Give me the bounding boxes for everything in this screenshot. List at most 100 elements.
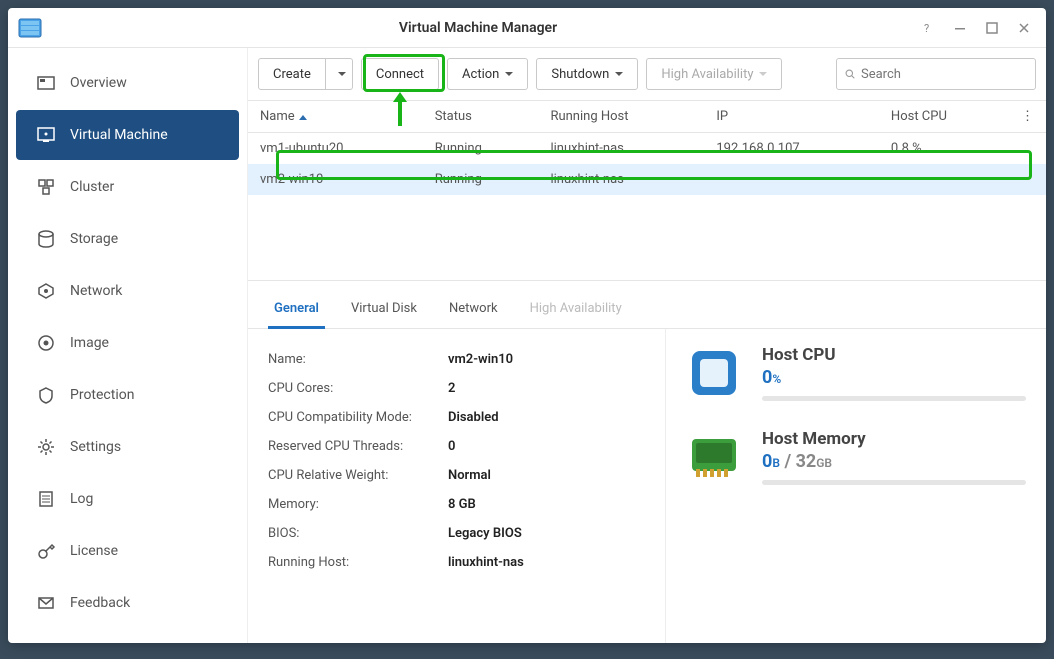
sidebar-item-log[interactable]: Log bbox=[16, 474, 239, 524]
stat-cpu-title: Host CPU bbox=[762, 345, 1026, 365]
sidebar-icon bbox=[36, 177, 56, 197]
sidebar-item-label: Feedback bbox=[70, 595, 130, 611]
detail-label: CPU Relative Weight: bbox=[268, 468, 448, 483]
cell-cpu: - bbox=[879, 164, 1009, 195]
sidebar-icon bbox=[36, 333, 56, 353]
stat-mem-title: Host Memory bbox=[762, 429, 1026, 449]
sidebar-item-label: Cluster bbox=[70, 179, 114, 195]
sidebar-item-license[interactable]: License bbox=[16, 526, 239, 576]
detail-row: CPU Relative Weight:Normal bbox=[268, 461, 645, 490]
search-input[interactable] bbox=[861, 67, 1027, 82]
detail-row: CPU Cores:2 bbox=[268, 374, 645, 403]
toolbar: Create Connect Action Shutdown High Avai… bbox=[248, 48, 1046, 100]
sidebar-icon bbox=[36, 489, 56, 509]
table-row[interactable]: vm2-win10Runninglinuxhint-nas-- bbox=[248, 164, 1046, 195]
detail-label: Reserved CPU Threads: bbox=[268, 439, 448, 454]
sidebar-item-image[interactable]: Image bbox=[16, 318, 239, 368]
stat-cpu-value: 0% bbox=[762, 367, 1026, 388]
titlebar: Virtual Machine Manager ? bbox=[8, 8, 1046, 48]
cell-host: linuxhint-nas bbox=[538, 133, 704, 165]
close-button[interactable] bbox=[1012, 18, 1036, 38]
sidebar-item-label: Settings bbox=[70, 439, 121, 455]
detail-label: CPU Compatibility Mode: bbox=[268, 410, 448, 425]
detail-value: linuxhint-nas bbox=[448, 555, 524, 570]
sidebar-item-feedback[interactable]: Feedback bbox=[16, 578, 239, 628]
sidebar-icon bbox=[36, 229, 56, 249]
detail-value: 0 bbox=[448, 439, 455, 454]
ha-button: High Availability bbox=[646, 58, 782, 90]
sidebar-icon bbox=[36, 385, 56, 405]
connect-button[interactable]: Connect bbox=[361, 58, 439, 90]
table-row[interactable]: vm1-ubuntu20Runninglinuxhint-nas192.168.… bbox=[248, 133, 1046, 165]
detail-value: Disabled bbox=[448, 410, 499, 425]
cpu-icon bbox=[686, 345, 742, 401]
col-menu[interactable]: ⋮ bbox=[1009, 101, 1046, 133]
sidebar-item-protection[interactable]: Protection bbox=[16, 370, 239, 420]
sidebar-icon bbox=[36, 281, 56, 301]
detail-row: Memory:8 GB bbox=[268, 490, 645, 519]
detail-value: 8 GB bbox=[448, 497, 476, 512]
sidebar-item-label: Storage bbox=[70, 231, 118, 247]
detail-value: vm2-win10 bbox=[448, 352, 513, 367]
col-ip[interactable]: IP bbox=[704, 101, 879, 133]
sidebar-icon bbox=[36, 125, 56, 145]
sidebar-icon bbox=[36, 593, 56, 613]
app-icon bbox=[18, 18, 42, 38]
sidebar-item-label: Overview bbox=[70, 75, 127, 91]
ha-label: High Availability bbox=[661, 67, 753, 82]
cell-ip: - bbox=[704, 164, 879, 195]
detail-value: 2 bbox=[448, 381, 455, 396]
window-title: Virtual Machine Manager bbox=[48, 20, 908, 36]
sidebar-item-label: Virtual Machine bbox=[70, 127, 168, 143]
col-name[interactable]: Name bbox=[248, 101, 423, 133]
detail-row: CPU Compatibility Mode:Disabled bbox=[268, 403, 645, 432]
detail-row: BIOS:Legacy BIOS bbox=[268, 519, 645, 548]
minimize-button[interactable] bbox=[948, 18, 972, 38]
detail-value: Normal bbox=[448, 468, 491, 483]
sidebar-item-label: Image bbox=[70, 335, 109, 351]
tab-virtual-disk[interactable]: Virtual Disk bbox=[345, 293, 423, 328]
cell-host: linuxhint-nas bbox=[538, 164, 704, 195]
detail-label: Name: bbox=[268, 352, 448, 367]
detail-row: Running Host:linuxhint-nas bbox=[268, 548, 645, 577]
chevron-down-icon bbox=[505, 72, 513, 76]
col-status[interactable]: Status bbox=[423, 101, 539, 133]
detail-value: Legacy BIOS bbox=[448, 526, 522, 541]
search-box[interactable] bbox=[836, 58, 1036, 90]
detail-properties: Name:vm2-win10CPU Cores:2CPU Compatibili… bbox=[248, 329, 666, 643]
vm-table: Name Status Running Host IP Host CPU ⋮ v… bbox=[248, 100, 1046, 195]
tab-general[interactable]: General bbox=[268, 293, 325, 329]
cell-ip: 192.168.0.107 bbox=[704, 133, 879, 165]
search-icon bbox=[845, 67, 855, 81]
sidebar-icon bbox=[36, 541, 56, 561]
create-dropdown[interactable] bbox=[326, 58, 353, 90]
detail-label: BIOS: bbox=[268, 526, 448, 541]
memory-icon bbox=[686, 429, 742, 485]
stat-mem-value: 0B / 32GB bbox=[762, 451, 1026, 472]
chevron-down-icon bbox=[338, 72, 346, 76]
detail-row: Name:vm2-win10 bbox=[268, 345, 645, 374]
sidebar-item-settings[interactable]: Settings bbox=[16, 422, 239, 472]
create-button[interactable]: Create bbox=[258, 58, 326, 90]
action-button[interactable]: Action bbox=[447, 58, 528, 90]
col-host[interactable]: Running Host bbox=[538, 101, 704, 133]
sidebar-item-cluster[interactable]: Cluster bbox=[16, 162, 239, 212]
tab-network[interactable]: Network bbox=[443, 293, 504, 328]
maximize-button[interactable] bbox=[980, 18, 1004, 38]
help-button[interactable]: ? bbox=[916, 18, 940, 38]
sidebar-item-network[interactable]: Network bbox=[16, 266, 239, 316]
sidebar-icon bbox=[36, 73, 56, 93]
cell-name: vm1-ubuntu20 bbox=[248, 133, 423, 165]
svg-text:?: ? bbox=[924, 22, 929, 34]
sort-asc-icon bbox=[299, 115, 307, 120]
detail-label: Running Host: bbox=[268, 555, 448, 570]
col-cpu[interactable]: Host CPU bbox=[879, 101, 1009, 133]
sidebar-item-storage[interactable]: Storage bbox=[16, 214, 239, 264]
stat-cpu-bar bbox=[762, 396, 1026, 401]
detail-stats: Host CPU 0% Host Memory bbox=[666, 329, 1046, 643]
sidebar-item-overview[interactable]: Overview bbox=[16, 58, 239, 108]
shutdown-button[interactable]: Shutdown bbox=[536, 58, 638, 90]
sidebar-item-label: Network bbox=[70, 283, 122, 299]
tab-ha: High Availability bbox=[524, 293, 628, 328]
sidebar-item-virtual-machine[interactable]: Virtual Machine bbox=[16, 110, 239, 160]
